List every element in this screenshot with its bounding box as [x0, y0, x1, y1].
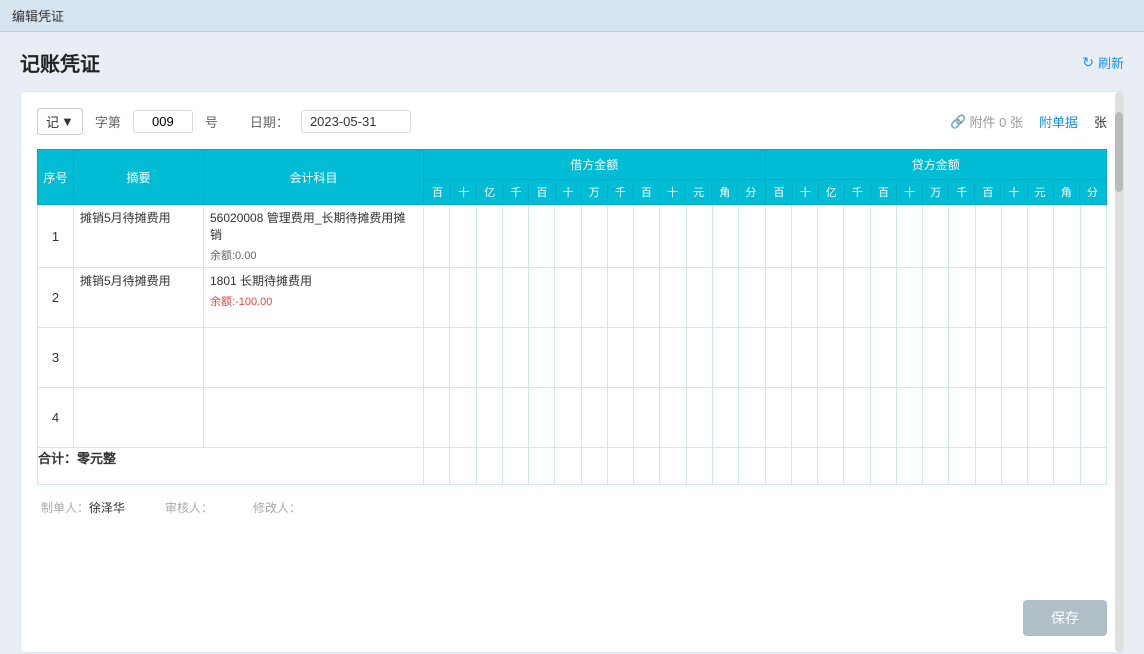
title-bar: 编辑凭证 [0, 0, 1144, 32]
voucher-table: 序号 摘要 会计科目 借方金额 贷方金额 百 十 亿 千 百 十 [37, 149, 1107, 485]
scrollbar-thumb[interactable] [1115, 112, 1123, 192]
reviewer-label: 审核人： [165, 499, 213, 516]
header-seq: 序号 [38, 150, 74, 205]
account-cell[interactable] [204, 328, 424, 388]
seq-cell: 4 [38, 388, 74, 448]
editor-label: 修改人： [253, 499, 301, 516]
table-row: 2 摊销5月待摊费用 1801 长期待摊费用 余额:-100.00 [38, 268, 1107, 328]
debit-amount-cell[interactable] [424, 328, 766, 388]
attach-link[interactable]: 🔗 附件 0 张 [950, 112, 1023, 131]
balance-negative-text: 余额:-100.00 [210, 293, 417, 309]
total-debit [424, 448, 766, 485]
summary-cell[interactable]: 摊销5月待摊费用 [74, 205, 204, 268]
total-row: 合计：零元整 [38, 448, 1107, 485]
zi-input[interactable] [133, 110, 193, 133]
form-row: 记 ▼ 字第 号 日期： 🔗 附件 0 张 附单据 张 [37, 108, 1107, 135]
debit-amount-cell[interactable] [424, 388, 766, 448]
table-row: 1 摊销5月待摊费用 56020008 管理费用_长期待摊费用摊销 余额:0.0… [38, 205, 1107, 268]
credit-amount-cell[interactable] [765, 328, 1107, 388]
seq-cell: 1 [38, 205, 74, 268]
ji-dropdown-icon: ▼ [61, 114, 74, 129]
right-actions: 🔗 附件 0 张 附单据 张 [950, 112, 1107, 131]
refresh-label: 刷新 [1098, 53, 1124, 72]
account-code-name: 56020008 管理费用_长期待摊费用摊销 [210, 209, 417, 243]
fudanju-link[interactable]: 附单据 [1039, 112, 1078, 131]
ji-label: 记 [46, 112, 59, 131]
header-debit-digits: 百 十 亿 千 百 十 万 千 百 十 元 角 分 [424, 180, 766, 205]
card: 记 ▼ 字第 号 日期： 🔗 附件 0 张 附单据 张 序号 摘 [20, 91, 1124, 653]
zi-label: 字第 [95, 112, 121, 131]
credit-amount-cell[interactable] [765, 268, 1107, 328]
table-row: 3 [38, 328, 1107, 388]
zhang-label: 张 [1094, 112, 1107, 131]
seq-cell: 3 [38, 328, 74, 388]
account-cell[interactable]: 56020008 管理费用_长期待摊费用摊销 余额:0.00 [204, 205, 424, 268]
table-row: 4 [38, 388, 1107, 448]
date-input[interactable] [301, 110, 411, 133]
header-credit-digits: 百 十 亿 千 百 十 万 千 百 十 元 角 分 [765, 180, 1107, 205]
attach-label: 附件 0 张 [970, 112, 1023, 131]
creator-value: 徐泽华 [89, 501, 125, 515]
header-debit: 借方金额 [424, 150, 766, 180]
title-bar-label: 编辑凭证 [12, 9, 64, 24]
save-button[interactable]: 保存 [1023, 600, 1107, 636]
seq-cell: 2 [38, 268, 74, 328]
hao-label: 号 [205, 112, 218, 131]
header-account: 会计科目 [204, 150, 424, 205]
creator-label: 制单人：徐泽华 [41, 499, 125, 516]
page-title-row: 记账凭证 ↻ 刷新 [20, 48, 1124, 77]
attach-icon: 🔗 [950, 114, 966, 130]
summary-cell[interactable]: 摊销5月待摊费用 [74, 268, 204, 328]
total-label: 合计：零元整 [38, 448, 424, 485]
refresh-icon: ↻ [1082, 54, 1094, 71]
main-content: 记账凭证 ↻ 刷新 记 ▼ 字第 号 日期： 🔗 附件 0 张 附单据 [0, 32, 1144, 654]
page-title: 记账凭证 [20, 48, 100, 77]
balance-text: 余额:0.00 [210, 247, 417, 263]
account-code-name: 1801 长期待摊费用 [210, 272, 417, 289]
credit-amount-cell[interactable] [765, 388, 1107, 448]
account-cell[interactable] [204, 388, 424, 448]
footer-row: 制单人：徐泽华 审核人： 修改人： [37, 499, 1107, 516]
ji-dropdown-button[interactable]: 记 ▼ [37, 108, 83, 135]
header-summary: 摘要 [74, 150, 204, 205]
account-cell[interactable]: 1801 长期待摊费用 余额:-100.00 [204, 268, 424, 328]
date-label: 日期： [250, 112, 289, 131]
total-credit [765, 448, 1107, 485]
summary-cell[interactable] [74, 328, 204, 388]
credit-amount-cell[interactable] [765, 205, 1107, 268]
header-credit: 贷方金额 [765, 150, 1107, 180]
summary-cell[interactable] [74, 388, 204, 448]
scrollbar-track[interactable] [1115, 92, 1123, 652]
refresh-button[interactable]: ↻ 刷新 [1082, 53, 1124, 72]
debit-amount-cell[interactable] [424, 268, 766, 328]
debit-amount-cell[interactable] [424, 205, 766, 268]
